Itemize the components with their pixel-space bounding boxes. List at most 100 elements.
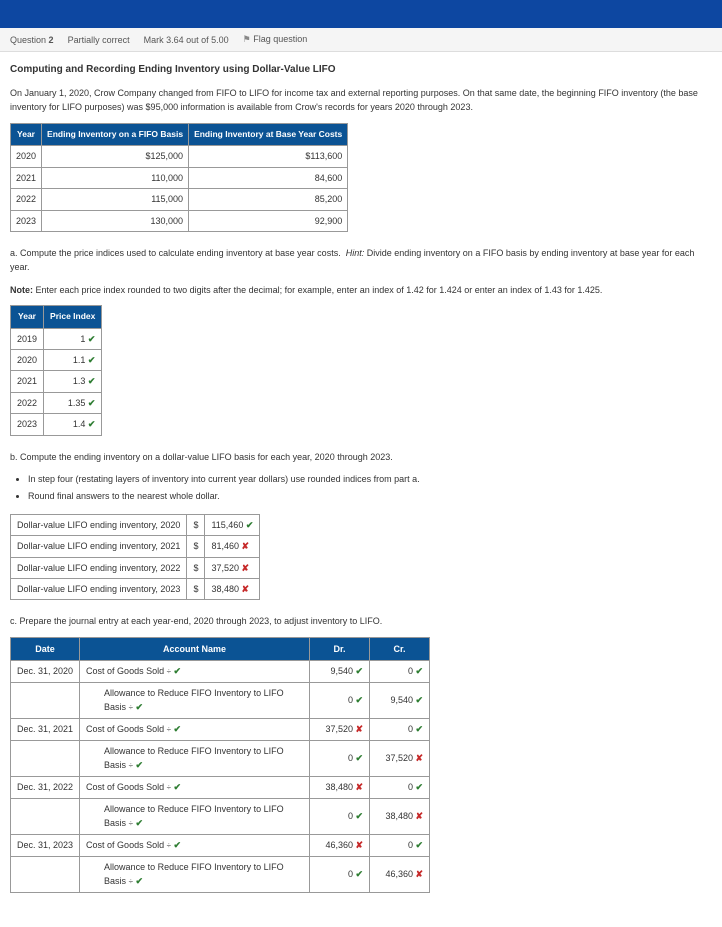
je-cr-h: Cr. [370, 637, 430, 660]
check-icon: ✔ [356, 666, 364, 676]
je-cr-input[interactable]: 9,540 ✔ [370, 682, 430, 718]
check-icon: ✔ [356, 869, 364, 879]
table-row: Allowance to Reduce FIFO Inventory to LI… [11, 682, 430, 718]
je-date: Dec. 31, 2023 [11, 835, 80, 857]
lifo-sym: $ [187, 514, 205, 535]
cell-fifo: 110,000 [42, 167, 189, 188]
x-icon: ✘ [241, 541, 249, 551]
je-dr-input[interactable]: 0 ✔ [310, 740, 370, 776]
je-dr-input[interactable]: 37,520 ✘ [310, 719, 370, 741]
table-row: Dec. 31, 2020Cost of Goods Sold ÷ ✔9,540… [11, 661, 430, 683]
idx-val-h: Price Index [44, 306, 102, 329]
idx-input[interactable]: 1.1 ✔ [44, 350, 102, 371]
question-body: Computing and Recording Ending Inventory… [0, 52, 722, 927]
je-cr-input[interactable]: 37,520 ✘ [370, 740, 430, 776]
x-icon: ✘ [416, 811, 424, 821]
cell-fifo: $125,000 [42, 146, 189, 167]
check-icon: ✔ [174, 840, 182, 850]
table-row: 2023130,00092,900 [11, 210, 348, 231]
idx-input[interactable]: 1.3 ✔ [44, 371, 102, 392]
check-icon: ✔ [174, 782, 182, 792]
flag-link[interactable]: Flag question [243, 34, 308, 45]
je-dr-input[interactable]: 38,480 ✘ [310, 777, 370, 799]
je-date-blank [11, 682, 80, 718]
table-row: 2020$125,000$113,600 [11, 146, 348, 167]
je-date-h: Date [11, 637, 80, 660]
je-account-select[interactable]: Allowance to Reduce FIFO Inventory to LI… [80, 798, 310, 834]
lifo-input[interactable]: 38,480 ✘ [205, 579, 260, 600]
check-icon: ✔ [356, 753, 364, 763]
check-icon: ✔ [135, 760, 143, 770]
check-icon: ✔ [416, 724, 424, 734]
table-row: Dec. 31, 2023Cost of Goods Sold ÷ ✔46,36… [11, 835, 430, 857]
idx-year: 2022 [11, 392, 44, 413]
je-cr-input[interactable]: 0 ✔ [370, 777, 430, 799]
check-icon: ✔ [88, 376, 96, 386]
mark-text: Mark 3.64 out of 5.00 [144, 35, 229, 45]
check-icon: ✔ [356, 811, 364, 821]
cell-year: 2021 [11, 167, 42, 188]
cell-year: 2022 [11, 189, 42, 210]
idx-input[interactable]: 1.4 ✔ [44, 414, 102, 435]
dropdown-icon[interactable]: ÷ [129, 876, 133, 889]
table-row: Dollar-value LIFO ending inventory, 2022… [11, 557, 260, 578]
je-date-blank [11, 740, 80, 776]
je-account-select[interactable]: Cost of Goods Sold ÷ ✔ [80, 661, 310, 683]
lifo-label: Dollar-value LIFO ending inventory, 2023 [11, 579, 187, 600]
table-row: Dollar-value LIFO ending inventory, 2023… [11, 579, 260, 600]
lifo-input[interactable]: 81,460 ✘ [205, 536, 260, 557]
je-dr-input[interactable]: 46,360 ✘ [310, 835, 370, 857]
je-dr-input[interactable]: 9,540 ✔ [310, 661, 370, 683]
check-icon: ✔ [174, 724, 182, 734]
lifo-sym: $ [187, 579, 205, 600]
table-row: 20201.1 ✔ [11, 350, 102, 371]
table-row: 20231.4 ✔ [11, 414, 102, 435]
je-cr-input[interactable]: 0 ✔ [370, 661, 430, 683]
journal-entry-table: Date Account Name Dr. Cr. Dec. 31, 2020C… [10, 637, 430, 893]
dropdown-icon[interactable]: ÷ [129, 702, 133, 715]
je-account-select[interactable]: Cost of Goods Sold ÷ ✔ [80, 835, 310, 857]
x-icon: ✘ [241, 584, 249, 594]
je-account-select[interactable]: Allowance to Reduce FIFO Inventory to LI… [80, 682, 310, 718]
dropdown-icon[interactable]: ÷ [167, 840, 171, 853]
x-icon: ✘ [241, 563, 249, 573]
status-text: Partially correct [68, 35, 130, 45]
idx-input[interactable]: 1.35 ✔ [44, 392, 102, 413]
idx-year: 2021 [11, 371, 44, 392]
idx-input[interactable]: 1 ✔ [44, 328, 102, 349]
je-cr-input[interactable]: 38,480 ✘ [370, 798, 430, 834]
lifo-input[interactable]: 115,460 ✔ [205, 514, 260, 535]
question-header: Question 2 Partially correct Mark 3.64 o… [0, 28, 722, 52]
list-item: In step four (restating layers of invent… [28, 472, 712, 486]
check-icon: ✔ [174, 666, 182, 676]
part-b-question: b. Compute the ending inventory on a dol… [10, 450, 712, 464]
dropdown-icon[interactable]: ÷ [167, 724, 171, 737]
inventory-table: Year Ending Inventory on a FIFO Basis En… [10, 123, 348, 232]
je-dr-h: Dr. [310, 637, 370, 660]
je-cr-input[interactable]: 0 ✔ [370, 835, 430, 857]
je-dr-input[interactable]: 0 ✔ [310, 682, 370, 718]
x-icon: ✘ [356, 840, 364, 850]
check-icon: ✔ [88, 419, 96, 429]
je-account-select[interactable]: Cost of Goods Sold ÷ ✔ [80, 719, 310, 741]
cell-year: 2020 [11, 146, 42, 167]
je-account-select[interactable]: Allowance to Reduce FIFO Inventory to LI… [80, 740, 310, 776]
idx-year: 2023 [11, 414, 44, 435]
je-account-select[interactable]: Cost of Goods Sold ÷ ✔ [80, 777, 310, 799]
je-cr-input[interactable]: 0 ✔ [370, 719, 430, 741]
check-icon: ✔ [416, 666, 424, 676]
cell-fifo: 115,000 [42, 189, 189, 210]
x-icon: ✘ [356, 724, 364, 734]
dropdown-icon[interactable]: ÷ [167, 666, 171, 679]
lifo-label: Dollar-value LIFO ending inventory, 2022 [11, 557, 187, 578]
x-icon: ✘ [416, 869, 424, 879]
je-date: Dec. 31, 2020 [11, 661, 80, 683]
idx-year: 2019 [11, 328, 44, 349]
lifo-input[interactable]: 37,520 ✘ [205, 557, 260, 578]
check-icon: ✔ [88, 334, 96, 344]
check-icon: ✔ [135, 876, 143, 886]
dropdown-icon[interactable]: ÷ [129, 818, 133, 831]
dropdown-icon[interactable]: ÷ [129, 760, 133, 773]
dropdown-icon[interactable]: ÷ [167, 782, 171, 795]
je-dr-input[interactable]: 0 ✔ [310, 798, 370, 834]
